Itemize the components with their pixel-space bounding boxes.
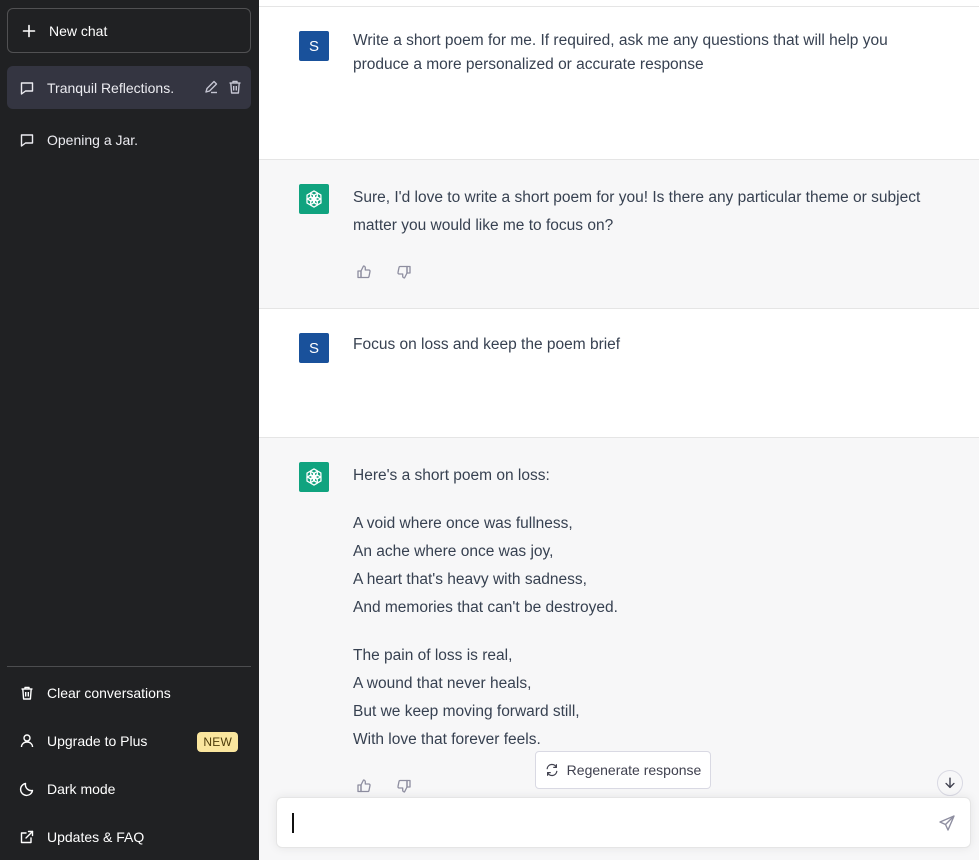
message-paragraph: Write a short poem for me. If required, … [353,32,888,73]
trash-icon [19,685,35,701]
dark-mode-button[interactable]: Dark mode [7,767,251,811]
assistant-avatar [299,184,329,214]
thumbs-up-icon[interactable] [356,264,372,280]
upgrade-label: Upgrade to Plus [47,733,148,749]
dark-mode-label: Dark mode [47,781,116,797]
updates-faq-label: Updates & FAQ [47,829,145,845]
feedback-buttons [356,264,412,280]
chat-top-border [259,0,979,7]
regenerate-label: Regenerate response [566,762,702,778]
refresh-icon [545,763,559,777]
regenerate-response-button[interactable]: Regenerate response [535,751,711,789]
openai-logo-icon [306,468,322,486]
message-user: S Focus on loss and keep the poem brief [259,309,979,438]
user-avatar: S [299,333,329,363]
message-text: Here's a short poem on loss: A void wher… [353,462,933,754]
poem-stanza-2: The pain of loss is real, A wound that n… [353,642,933,754]
openai-logo-icon [306,190,322,208]
clear-conversations-button[interactable]: Clear conversations [7,671,251,715]
feedback-buttons [356,778,412,794]
conversation-label: Tranquil Reflections. [47,79,175,96]
arrow-down-icon [945,777,955,789]
conversation-item-tranquil-reflections[interactable]: Tranquil Reflections. [7,66,251,109]
chat-bubble-icon [19,80,35,96]
poem-line: And memories that can't be destroyed. [353,599,618,616]
conversation-label: Opening a Jar. [47,131,139,148]
poem-line: A void where once was fullness, [353,515,573,532]
moon-icon [19,781,35,797]
trash-icon[interactable] [227,79,243,95]
sidebar-divider [7,666,251,667]
message-text: Focus on loss and keep the poem brief [353,331,933,359]
new-badge: NEW [197,732,238,752]
thumbs-down-icon[interactable] [396,778,412,794]
user-avatar: S [299,31,329,61]
send-icon[interactable] [938,814,956,832]
new-chat-button[interactable]: New chat [7,8,251,53]
message-user: S Write a short poem for me. If required… [259,7,979,160]
assistant-avatar [299,462,329,492]
updates-faq-link[interactable]: Updates & FAQ [7,815,251,859]
scroll-to-bottom-button[interactable] [937,770,963,796]
sidebar: New chat Tranquil Reflections. Opening a… [0,0,259,860]
poem-line: A heart that's heavy with sadness, [353,571,587,588]
poem-line: With love that forever feels. [353,731,541,748]
upgrade-to-plus-button[interactable]: Upgrade to Plus NEW [7,719,251,763]
external-link-icon [19,829,35,845]
message-paragraph: Sure, I'd love to write a short poem for… [353,189,921,234]
conversation-item-opening-a-jar[interactable]: Opening a Jar. [7,118,251,161]
thumbs-down-icon[interactable] [396,264,412,280]
poem-line: A wound that never heals, [353,675,532,692]
new-chat-label: New chat [49,22,108,39]
chat-bubble-icon [19,132,35,148]
chat-main: S Write a short poem for me. If required… [259,0,979,860]
poem-line: An ache where once was joy, [353,543,554,560]
poem-line: But we keep moving forward still, [353,703,580,720]
message-paragraph: Focus on loss and keep the poem brief [353,336,621,353]
plus-icon [21,23,37,39]
edit-pencil-icon[interactable] [203,79,219,95]
thumbs-up-icon[interactable] [356,778,372,794]
user-icon [19,733,35,749]
poem-intro: Here's a short poem on loss: [353,467,550,484]
message-input[interactable] [291,810,911,836]
clear-conversations-label: Clear conversations [47,685,171,701]
poem-line: The pain of loss is real, [353,647,513,664]
message-text: Write a short poem for me. If required, … [353,29,933,77]
poem-stanza-1: A void where once was fullness, An ache … [353,510,933,622]
message-input-container [276,797,971,848]
message-text: Sure, I'd love to write a short poem for… [353,184,933,240]
message-assistant: Sure, I'd love to write a short poem for… [259,160,979,309]
